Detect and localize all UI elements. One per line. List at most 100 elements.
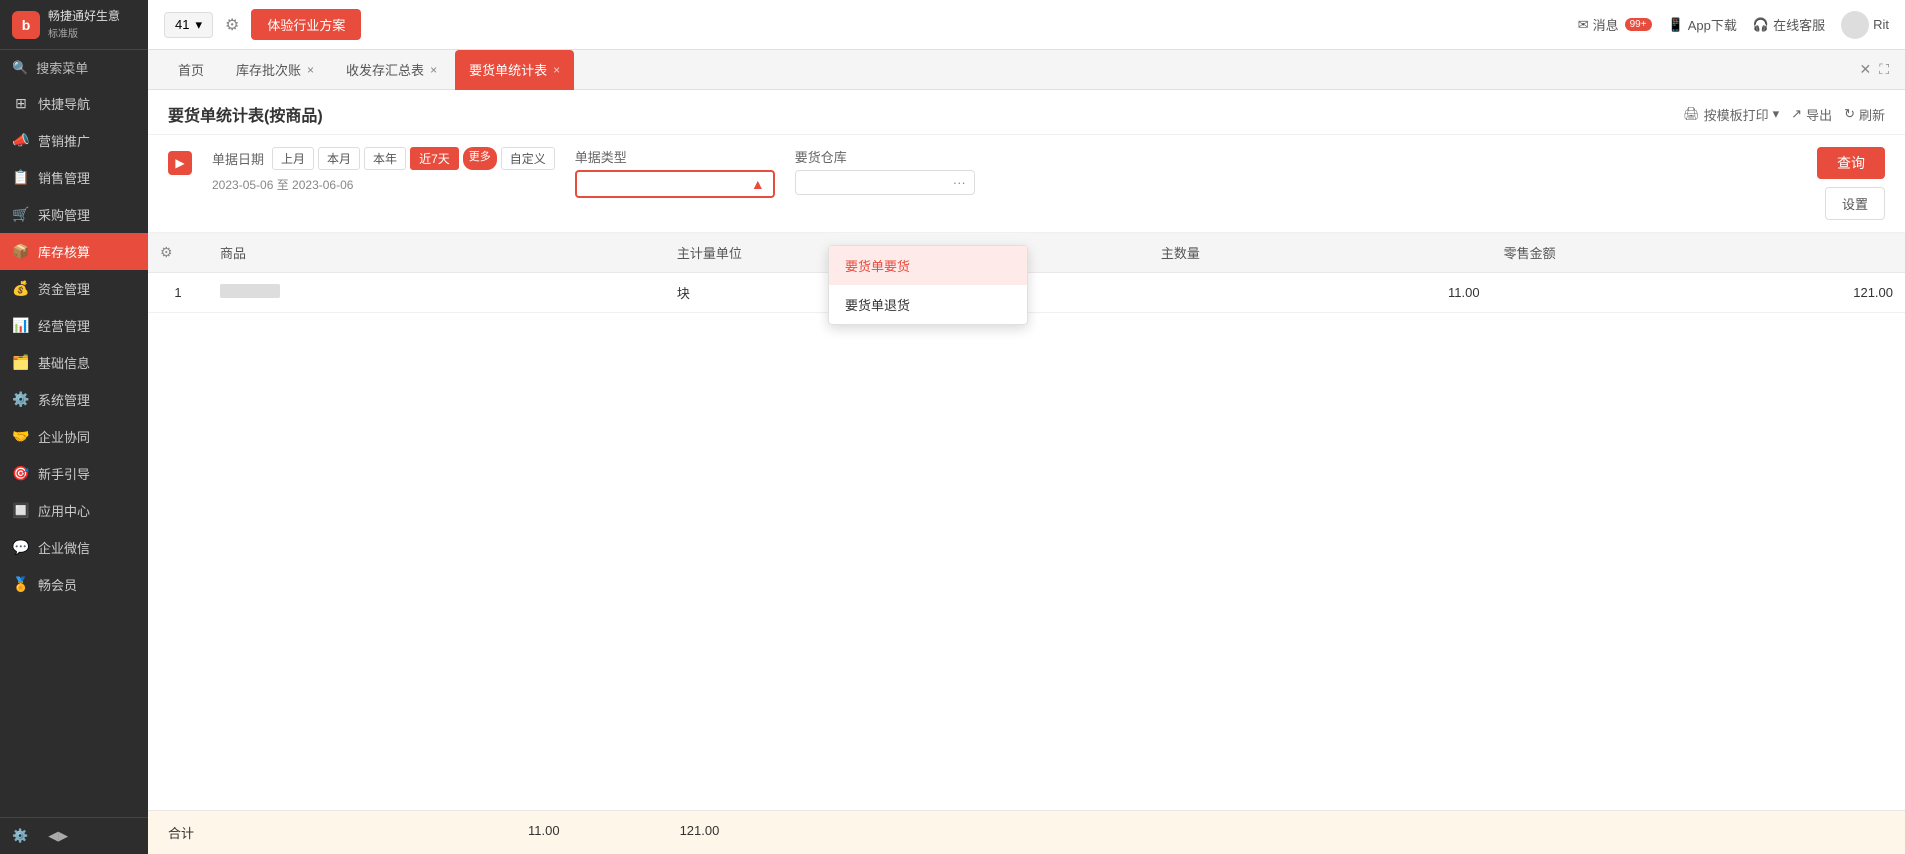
sidebar-item-label: 系统管理 [38, 390, 90, 409]
sidebar-item-inventory[interactable]: 📦 库存核算 [0, 233, 148, 270]
sidebar-item-purchase[interactable]: 🛒 采购管理 [0, 196, 148, 233]
cell-index: 1 [148, 273, 208, 313]
export-button[interactable]: ↗ 导出 [1791, 105, 1832, 124]
date-btn-7days[interactable]: 近7天 [410, 147, 459, 170]
avatar [1841, 11, 1869, 39]
sales-icon: 📋 [12, 169, 30, 186]
operation-icon: 📊 [12, 317, 30, 334]
topbar-right: ✉ 消息 99+ 📱 App下载 🎧 在线客服 Rit [1578, 11, 1889, 39]
search-icon: 🔍 [12, 60, 28, 76]
sidebar-item-system[interactable]: ⚙️ 系统管理 [0, 381, 148, 418]
tab-home-label: 首页 [178, 60, 204, 79]
search-label: 搜索菜单 [36, 58, 88, 77]
tab-home[interactable]: 首页 [164, 50, 218, 90]
user-profile[interactable]: Rit [1841, 11, 1889, 39]
marketing-icon: 📣 [12, 132, 30, 149]
quick-nav-icon: ⊞ [12, 95, 30, 112]
sidebar-item-app-center[interactable]: 🔲 应用中心 [0, 492, 148, 529]
refresh-button[interactable]: ↻ 刷新 [1844, 105, 1885, 124]
type-select-input[interactable]: ▲ [575, 170, 775, 198]
type-chevron-icon: ▲ [751, 176, 765, 192]
settings-button[interactable]: 设置 [1825, 187, 1885, 220]
inventory-icon: 📦 [12, 243, 30, 260]
enterprise-icon: 🤝 [12, 428, 30, 445]
tab-close-all-icon[interactable]: ✕ [1859, 61, 1871, 78]
sidebar-nav: ⊞ 快捷导航 📣 营销推广 📋 销售管理 🛒 采购管理 📦 库存核算 💰 资金管… [0, 85, 148, 817]
sidebar-item-guide[interactable]: 🎯 新手引导 [0, 455, 148, 492]
column-settings-icon[interactable]: ⚙ [160, 244, 173, 260]
sidebar: b 畅捷通好生意 标准版 🔍 搜索菜单 ⊞ 快捷导航 📣 营销推广 📋 销售管理… [0, 0, 148, 854]
warehouse-more-icon: ··· [953, 175, 966, 190]
sidebar-item-membership[interactable]: 🏅 畅会员 [0, 566, 148, 603]
sidebar-item-label: 经营管理 [38, 316, 90, 335]
tab-receive-summary[interactable]: 收发存汇总表 × [332, 50, 451, 90]
collapse-icon[interactable]: ◀▶ [48, 828, 68, 844]
app-title: 畅捷通好生意 [48, 9, 120, 25]
type-dropdown: 要货单要货 要货单退货 [828, 245, 1028, 325]
print-button[interactable]: 🖨 按模板打印 ▾ [1683, 105, 1779, 124]
sidebar-item-finance[interactable]: 💰 资金管理 [0, 270, 148, 307]
date-more-button[interactable]: 更多 [463, 147, 497, 170]
topbar-settings-icon[interactable]: ⚙ [225, 15, 239, 35]
sidebar-item-corp-wechat[interactable]: 💬 企业微信 [0, 529, 148, 566]
sidebar-item-label: 快捷导航 [38, 94, 90, 113]
tab-order-stats[interactable]: 要货单统计表 × [455, 50, 574, 90]
page-actions: 🖨 按模板打印 ▾ ↗ 导出 ↻ 刷新 [1683, 105, 1885, 124]
sidebar-bottom: ⚙️ ◀▶ [0, 817, 148, 854]
page-title: 要货单统计表(按商品) [168, 102, 323, 126]
sidebar-item-quick-nav[interactable]: ⊞ 快捷导航 [0, 85, 148, 122]
col-header-goods: 商品 [208, 233, 665, 273]
tab-order-stats-close[interactable]: × [553, 63, 560, 77]
date-btn-last-month[interactable]: 上月 [272, 147, 314, 170]
selector-number: 41 [175, 17, 189, 32]
trial-button[interactable]: 体验行业方案 [251, 9, 361, 40]
settings-bottom-icon[interactable]: ⚙️ [12, 828, 28, 844]
app-download-item[interactable]: 📱 App下载 [1668, 15, 1737, 34]
type-filter-group: 单据类型 ▲ [575, 147, 775, 198]
table-footer: 合计 11.00 121.00 [148, 810, 1905, 854]
app-center-icon: 🔲 [12, 502, 30, 519]
filter-expand-button[interactable]: ▶ [168, 151, 192, 175]
selector-chevron-icon: ▾ [195, 17, 202, 33]
date-buttons: 上月 本月 本年 近7天 更多 自定义 [272, 147, 555, 170]
warehouse-select-input[interactable]: ··· [795, 170, 975, 195]
sidebar-item-label: 营销推广 [38, 131, 90, 150]
filter-bar: ▶ 单据日期 上月 本月 本年 近7天 更多 自定义 2023-05-06 至 … [148, 135, 1905, 233]
topbar: 41 ▾ ⚙ 体验行业方案 ✉ 消息 99+ 📱 App下载 🎧 在线客服 R [148, 0, 1905, 50]
footer-total-label: 合计 [168, 823, 368, 842]
date-btn-this-year[interactable]: 本年 [364, 147, 406, 170]
refresh-icon: ↻ [1844, 106, 1855, 122]
dropdown-item-order-goods[interactable]: 要货单要货 [829, 246, 1027, 285]
warehouse-filter-group: 要货仓库 ··· [795, 147, 975, 195]
topbar-left: 41 ▾ ⚙ 体验行业方案 [164, 9, 361, 40]
footer-amount-value: 121.00 [680, 823, 720, 842]
sidebar-item-sales[interactable]: 📋 销售管理 [0, 159, 148, 196]
tab-inventory-batch-close[interactable]: × [307, 63, 314, 77]
page-content: 要货单统计表(按商品) 🖨 按模板打印 ▾ ↗ 导出 ↻ 刷新 ▶ [148, 90, 1905, 854]
type-filter-label: 单据类型 [575, 147, 775, 166]
refresh-label: 刷新 [1859, 105, 1885, 124]
dropdown-item-order-return[interactable]: 要货单退货 [829, 285, 1027, 324]
tab-receive-summary-close[interactable]: × [430, 63, 437, 77]
sidebar-search[interactable]: 🔍 搜索菜单 [0, 50, 148, 85]
tab-bar: 首页 库存批次账 × 收发存汇总表 × 要货单统计表 × ✕ ⛶ [148, 50, 1905, 90]
online-service-label: 在线客服 [1773, 15, 1825, 34]
sidebar-item-marketing[interactable]: 📣 营销推广 [0, 122, 148, 159]
online-service-item[interactable]: 🎧 在线客服 [1753, 15, 1825, 34]
main-content: 41 ▾ ⚙ 体验行业方案 ✉ 消息 99+ 📱 App下载 🎧 在线客服 R [148, 0, 1905, 854]
query-button[interactable]: 查询 [1817, 147, 1885, 179]
guide-icon: 🎯 [12, 465, 30, 482]
date-custom-button[interactable]: 自定义 [501, 147, 555, 170]
tab-inventory-batch[interactable]: 库存批次账 × [222, 50, 328, 90]
tab-expand-icon[interactable]: ⛶ [1879, 61, 1889, 78]
sidebar-item-operation[interactable]: 📊 经营管理 [0, 307, 148, 344]
col-header-settings: ⚙ [148, 233, 208, 273]
company-selector[interactable]: 41 ▾ [164, 12, 213, 38]
warehouse-filter-label: 要货仓库 [795, 147, 975, 166]
date-btn-this-month[interactable]: 本月 [318, 147, 360, 170]
app-download-label: App下载 [1688, 15, 1737, 34]
messages-item[interactable]: ✉ 消息 99+ [1578, 15, 1652, 34]
sidebar-item-enterprise[interactable]: 🤝 企业协同 [0, 418, 148, 455]
sidebar-item-basic[interactable]: 🗂️ 基础信息 [0, 344, 148, 381]
headset-icon: 🎧 [1753, 17, 1769, 33]
